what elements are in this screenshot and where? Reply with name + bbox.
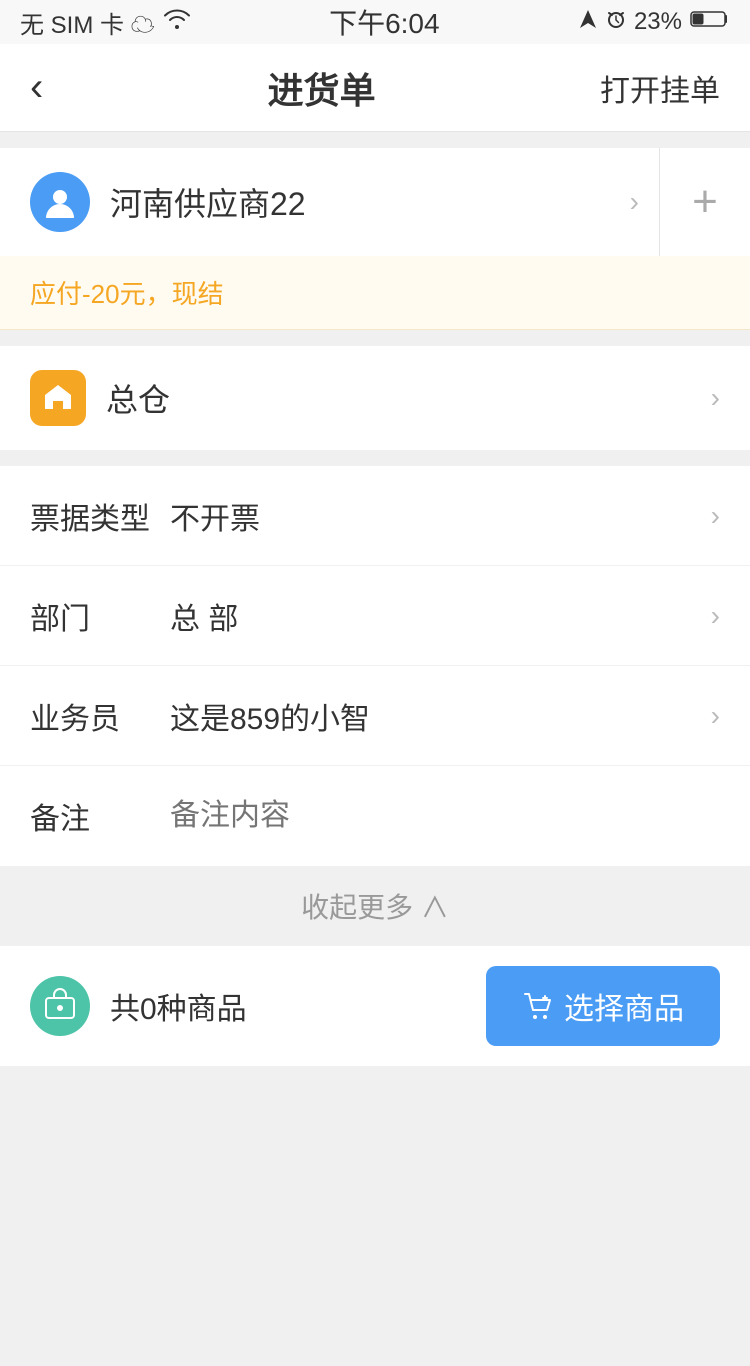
product-icon [30,976,90,1036]
supplier-avatar [30,172,90,232]
select-product-label: 选择商品 [564,984,684,1028]
notice-text: 应付-20元，现结 [30,279,224,309]
cart-icon [522,990,554,1022]
supplier-section: 河南供应商22 › + [0,148,750,256]
notice-bar: 应付-20元，现结 [0,256,750,330]
warehouse-row[interactable]: 总仓 › [0,346,750,450]
location-icon [578,8,598,36]
collapse-label: 收起更多 ∧ [301,886,449,926]
department-value: 总 部 [170,594,711,638]
bottom-bar: 共0种商品 选择商品 [0,946,750,1066]
select-product-button[interactable]: 选择商品 [486,966,720,1046]
collapse-section: 收起更多 ∧ [0,866,750,946]
section-divider-2 [0,330,750,346]
supplier-name: 河南供应商22 [110,179,620,225]
remark-label: 备注 [30,794,170,838]
battery-icon [690,8,730,36]
collapse-button[interactable]: 收起更多 ∧ [301,886,449,926]
invoice-type-row[interactable]: 票据类型 不开票 › [0,466,750,566]
warehouse-icon [30,370,86,426]
open-pending-button[interactable]: 打开挂单 [600,66,720,110]
supplier-selector[interactable]: 河南供应商22 › [0,148,660,256]
status-right: 23% [578,8,730,36]
remark-row: 备注 [0,766,750,866]
supplier-chevron-icon: › [630,186,639,218]
warehouse-chevron-icon: › [711,382,720,414]
remark-input[interactable] [170,799,720,833]
department-label: 部门 [30,594,170,638]
salesperson-value: 这是859的小智 [170,694,711,738]
invoice-type-label: 票据类型 [30,494,170,538]
invoice-type-chevron-icon: › [711,500,720,532]
salesperson-row[interactable]: 业务员 这是859的小智 › [0,666,750,766]
nav-bar: ‹ 进货单 打开挂单 [0,44,750,132]
no-sim-text: 无 SIM 卡 ☁ [20,5,155,40]
salesperson-label: 业务员 [30,694,170,738]
invoice-type-value: 不开票 [170,494,711,538]
status-left: 无 SIM 卡 ☁ [20,5,191,40]
alarm-icon [606,8,626,36]
rest-area [0,1066,750,1366]
page-title: 进货单 [268,62,376,114]
status-time: 下午6:04 [329,2,440,42]
warehouse-name: 总仓 [106,375,701,421]
status-bar: 无 SIM 卡 ☁ 下午6:04 23% [0,0,750,44]
section-divider-1 [0,132,750,148]
add-supplier-button[interactable]: + [660,148,750,256]
product-count: 共0种商品 [110,984,486,1028]
department-chevron-icon: › [711,600,720,632]
back-button[interactable]: ‹ [30,65,43,110]
department-row[interactable]: 部门 总 部 › [0,566,750,666]
salesperson-chevron-icon: › [711,700,720,732]
form-section: 票据类型 不开票 › 部门 总 部 › 业务员 这是859的小智 › 备注 [0,466,750,866]
section-divider-3 [0,450,750,466]
wifi-icon [163,8,191,36]
battery-text: 23% [634,8,682,36]
